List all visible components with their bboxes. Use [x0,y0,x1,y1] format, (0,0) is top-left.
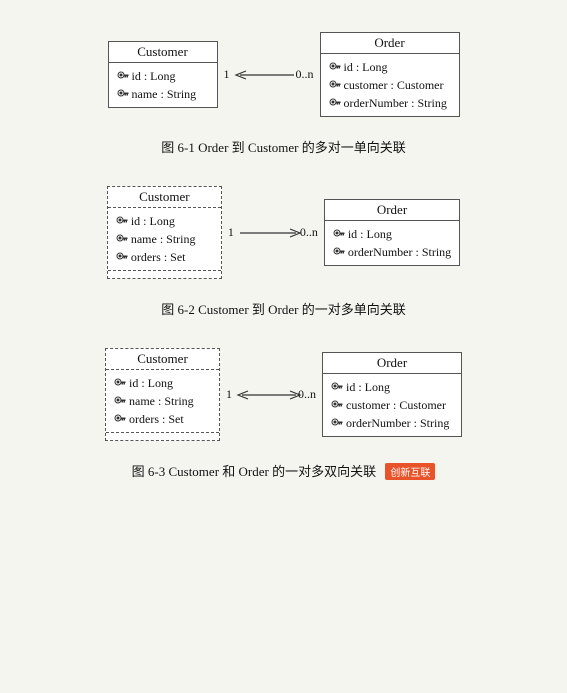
field-text: id : Long [346,378,390,396]
field-row: name : String [117,85,209,103]
field-row: orderNumber : String [331,414,453,432]
field-row: name : String [116,230,213,248]
field-row: orderNumber : String [333,243,451,261]
key-icon [329,61,342,74]
field-row: orders : Set [116,248,213,266]
customer-body-3: id : Long name : String [106,370,219,432]
arrow-svg-2 [236,223,306,243]
diagram-section-3: Customer id : Long [20,336,547,480]
field-text: customer : Customer [344,76,444,94]
order-title-2: Order [325,200,459,221]
field-row: id : Long [117,67,209,85]
field-row: orderNumber : String [329,94,451,112]
key-icon [117,88,130,101]
diagram-section-2: Customer id : Long [20,174,547,318]
connector-right-label: 0..n [298,387,316,402]
connector-2: 1 0..n [222,223,324,243]
key-icon [331,417,344,430]
field-text: id : Long [132,67,176,85]
dashed-footer [106,432,219,440]
customer-title-3: Customer [106,349,219,370]
field-text: name : String [129,392,194,410]
key-icon [114,395,127,408]
arrow-svg-1 [232,65,302,85]
connector-1: 1 0..n [218,65,320,85]
field-row: id : Long [114,374,211,392]
field-row: orders : Set [114,410,211,428]
field-text: id : Long [348,225,392,243]
key-icon [117,70,130,83]
caption-3: 图 6-3 Customer 和 Order 的一对多双向关联 创新互联 [20,461,547,480]
field-text: id : Long [344,58,388,76]
key-icon [333,246,346,259]
connector-inner-3: 1 0..n [226,385,316,405]
caption-2: 图 6-2 Customer 到 Order 的一对多单向关联 [20,299,547,318]
field-text: orderNumber : String [348,243,451,261]
customer-body-1: id : Long name : String [109,63,217,107]
connector-right-label: 0..n [300,225,318,240]
field-text: id : Long [129,374,173,392]
connector-right-label: 0..n [296,67,314,82]
connector-inner-1: 1 0..n [224,65,314,85]
order-box-2: Order id : Long [324,199,460,266]
field-text: orderNumber : String [344,94,447,112]
customer-box-3: Customer id : Long [105,348,220,441]
diagram-area-2: Customer id : Long [20,174,547,291]
order-box-1: Order id : Long [320,32,460,117]
field-text: name : String [131,230,196,248]
connector-left-label: 1 [228,225,234,240]
watermark-badge: 创新互联 [385,463,435,480]
order-body-3: id : Long customer : Customer [323,374,461,436]
customer-body-2: id : Long name : String [108,208,221,270]
field-row: id : Long [331,378,453,396]
key-icon [329,97,342,110]
key-icon [331,399,344,412]
field-text: id : Long [131,212,175,230]
arrow-svg-3 [234,385,304,405]
field-text: name : String [132,85,197,103]
key-icon [114,377,127,390]
field-row: id : Long [329,58,451,76]
key-icon [116,233,129,246]
connector-3: 1 0..n [220,385,322,405]
caption-1: 图 6-1 Order 到 Customer 的多对一单向关联 [20,137,547,156]
order-box-3: Order id : Long [322,352,462,437]
field-text: orders : Set [131,248,186,266]
diagram-section-1: Customer id : Long [20,20,547,156]
key-icon [333,228,346,241]
key-icon [116,215,129,228]
order-title-1: Order [321,33,459,54]
customer-title-1: Customer [109,42,217,63]
customer-box-1: Customer id : Long [108,41,218,108]
field-row: id : Long [333,225,451,243]
connector-left-label: 1 [224,67,230,82]
customer-box-2: Customer id : Long [107,186,222,279]
field-text: customer : Customer [346,396,446,414]
field-row: customer : Customer [329,76,451,94]
connector-left-label: 1 [226,387,232,402]
order-body-2: id : Long orderNumber : String [325,221,459,265]
customer-title-2: Customer [108,187,221,208]
key-icon [114,413,127,426]
order-title-3: Order [323,353,461,374]
connector-inner-2: 1 0..n [228,223,318,243]
field-text: orderNumber : String [346,414,449,432]
order-body-1: id : Long customer : Customer [321,54,459,116]
field-row: name : String [114,392,211,410]
key-icon [331,381,344,394]
field-row: id : Long [116,212,213,230]
dashed-footer [108,270,221,278]
diagram-area-1: Customer id : Long [20,20,547,129]
key-icon [116,251,129,264]
field-row: customer : Customer [331,396,453,414]
field-text: orders : Set [129,410,184,428]
key-icon [329,79,342,92]
diagram-area-3: Customer id : Long [20,336,547,453]
